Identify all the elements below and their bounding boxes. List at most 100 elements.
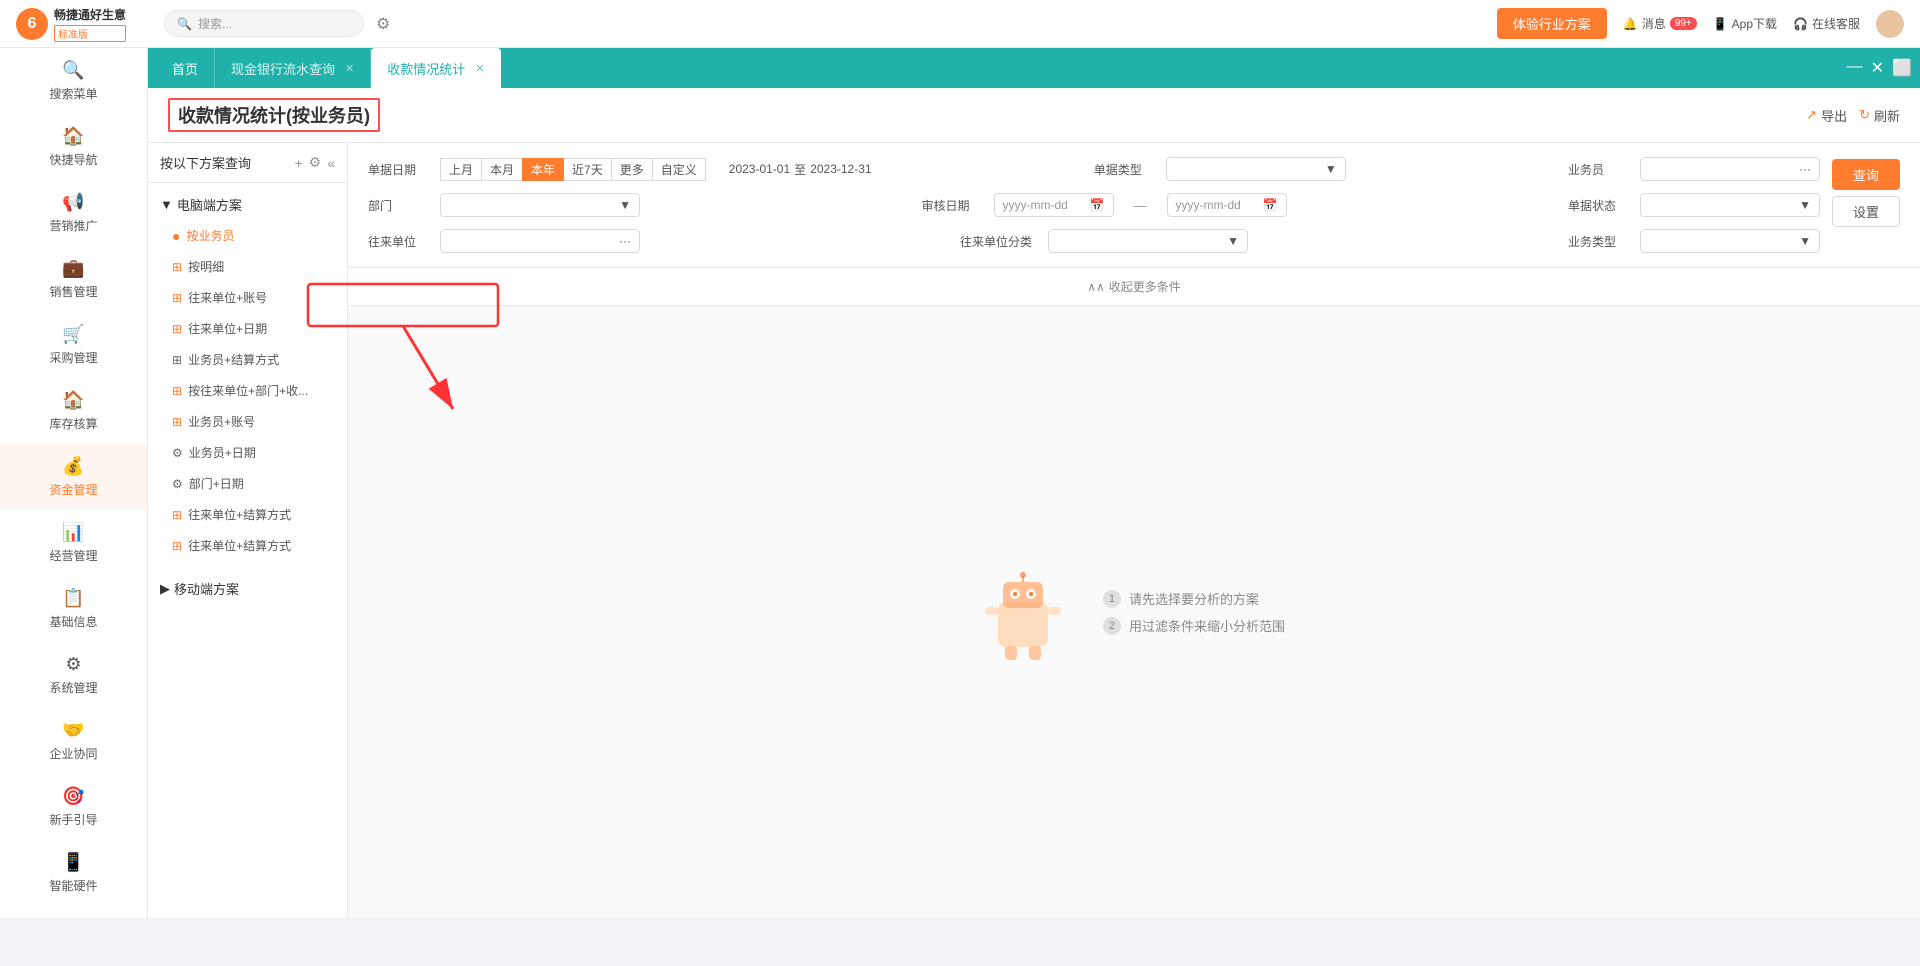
sidebar-item-finance[interactable]: 💰 资金管理 <box>0 444 147 510</box>
audit-date-end[interactable]: yyyy-mm-dd 📅 <box>1167 193 1287 217</box>
salesperson-more-btn[interactable]: ··· <box>1799 162 1811 176</box>
date-tab-last-month[interactable]: 上月 <box>440 158 482 181</box>
scheme-mobile-title[interactable]: ▶ 移动端方案 <box>148 573 347 604</box>
partner-category-select[interactable]: ▼ <box>1048 229 1248 253</box>
sidebar-item-label-marketing: 营销推广 <box>49 217 97 234</box>
sidebar-item-smart-hardware[interactable]: 📱 智能硬件 <box>0 840 147 906</box>
date-tab-this-year[interactable]: 本年 <box>522 158 564 181</box>
partner-select[interactable]: ··· <box>440 229 640 253</box>
scheme-partner-dept-icon: ⊞ <box>172 384 182 398</box>
tab-bank-flow[interactable]: 现金银行流水查询 ✕ <box>215 48 371 88</box>
tip-item-1: 1 请先选择要分析的方案 <box>1103 589 1285 608</box>
messages-item[interactable]: 🔔 消息 99+ <box>1623 15 1697 32</box>
collapse-bar[interactable]: ∧∧ 收起更多条件 <box>348 268 1920 306</box>
partner-category-label: 往来单位分类 <box>960 233 1032 250</box>
header-gear-icon[interactable]: ⚙ <box>376 14 390 34</box>
audit-date-start[interactable]: yyyy-mm-dd 📅 <box>994 193 1114 217</box>
page-actions: ↗ 导出 ↻ 刷新 <box>1806 106 1900 125</box>
top-header: 6 畅捷通好生意 标准版 🔍 搜索... ⚙ 体验行业方案 🔔 消息 99+ 📱… <box>0 0 1920 48</box>
scheme-item-partner-settle3[interactable]: ⊞ 往来单位+结算方式 <box>148 530 347 561</box>
enterprise-icon: 🤝 <box>62 720 84 741</box>
date-tab-7days[interactable]: 近7天 <box>563 158 612 181</box>
trial-btn[interactable]: 体验行业方案 <box>1497 8 1607 39</box>
smart-hardware-icon: 📱 <box>62 852 84 873</box>
sales-icon: 💼 <box>62 258 84 279</box>
sidebar-item-wechat[interactable]: 💬 企业微信 <box>0 906 147 918</box>
partner-more-btn[interactable]: ··· <box>619 234 631 248</box>
scheme-item-partner-account[interactable]: ⊞ 往来单位+账号 <box>148 282 347 313</box>
tip-text-2: 用过滤条件来缩小分析范围 <box>1129 616 1285 635</box>
date-tab-more[interactable]: 更多 <box>611 158 653 181</box>
settings-btn[interactable]: 设置 <box>1832 196 1900 227</box>
scheme-item-dept-date[interactable]: ⚙ 部门+日期 <box>148 468 347 499</box>
online-service-item[interactable]: 🎧 在线客服 <box>1793 15 1860 32</box>
scheme-item-sp-account[interactable]: ⊞ 业务员+账号 <box>148 406 347 437</box>
calendar-icon: 📅 <box>1090 198 1105 212</box>
date-range-start: 2023-01-01 <box>729 162 790 176</box>
scheme-item-label-sp-settle: 业务员+结算方式 <box>188 351 279 368</box>
sidebar-item-sales[interactable]: 💼 销售管理 <box>0 246 147 312</box>
tab-collection-stats[interactable]: 收款情况统计 ✕ <box>371 48 501 88</box>
sidebar-item-system[interactable]: ⚙ 系统管理 <box>0 642 147 708</box>
filter-area: 单据日期 上月 本月 本年 近7天 更多 自定义 <box>348 143 1920 268</box>
audit-date-dash: — <box>1130 198 1151 213</box>
business-type-chevron: ▼ <box>1799 234 1811 248</box>
date-tab-custom[interactable]: 自定义 <box>652 158 706 181</box>
header-search[interactable]: 🔍 搜索... <box>164 10 364 37</box>
scheme-settings-btn[interactable]: ⚙ <box>309 154 322 171</box>
scheme-mobile-label: 移动端方案 <box>174 579 239 598</box>
sidebar-item-label-system: 系统管理 <box>49 679 97 696</box>
scheme-item-partner-date[interactable]: ⊞ 往来单位+日期 <box>148 313 347 344</box>
dept-select[interactable]: ▼ <box>440 193 640 217</box>
search-menu-icon: 🔍 <box>62 60 84 81</box>
scheme-item-partner-settle2[interactable]: ⊞ 往来单位+结算方式 <box>148 499 347 530</box>
tab-maximize-btn[interactable]: ⬜ <box>1892 58 1912 78</box>
export-label: 导出 <box>1821 106 1847 125</box>
scheme-dept-date-icon: ⚙ <box>172 477 183 491</box>
sidebar-item-enterprise[interactable]: 🤝 企业协同 <box>0 708 147 774</box>
collapse-arrow-icon: ∧∧ <box>1087 280 1105 294</box>
tab-minimize-btn[interactable]: — <box>1847 58 1863 78</box>
user-avatar[interactable] <box>1876 10 1904 38</box>
scheme-item-label-partner-settle3: 往来单位+结算方式 <box>188 537 291 554</box>
date-tab-this-month[interactable]: 本月 <box>481 158 523 181</box>
scheme-add-btn[interactable]: + <box>294 155 302 171</box>
download-icon: 📱 <box>1713 17 1728 31</box>
refresh-btn[interactable]: ↻ 刷新 <box>1859 106 1900 125</box>
filter-row-1: 单据日期 上月 本月 本年 近7天 更多 自定义 <box>368 157 1820 181</box>
scheme-desktop-title[interactable]: ▼ 电脑端方案 <box>148 189 347 220</box>
tab-actions: — ✕ ⬜ <box>1847 58 1912 78</box>
sidebar-item-quicknav[interactable]: 🏠 快捷导航 <box>0 114 147 180</box>
tab-bank-flow-close[interactable]: ✕ <box>345 62 354 75</box>
business-type-select[interactable]: ▼ <box>1640 229 1820 253</box>
sidebar-item-warehouse[interactable]: 🏠 库存核算 <box>0 378 147 444</box>
scheme-item-by-salesperson[interactable]: ● 按业务员 <box>148 220 347 251</box>
sidebar-item-marketing[interactable]: 📢 营销推广 <box>0 180 147 246</box>
scheme-collapse-btn[interactable]: « <box>327 155 335 171</box>
sidebar-item-purchase[interactable]: 🛒 采购管理 <box>0 312 147 378</box>
scheme-sp-date-icon: ⚙ <box>172 446 183 460</box>
sidebar-item-search[interactable]: 🔍 搜索菜单 <box>0 48 147 114</box>
sidebar-item-operation[interactable]: 📊 经营管理 <box>0 510 147 576</box>
scheme-item-sp-date[interactable]: ⚙ 业务员+日期 <box>148 437 347 468</box>
salesperson-select[interactable]: ··· <box>1640 157 1820 181</box>
app-download-label: App下载 <box>1732 15 1777 32</box>
scheme-item-partner-dept[interactable]: ⊞ 按往来单位+部门+收... <box>148 375 347 406</box>
purchase-icon: 🛒 <box>62 324 84 345</box>
export-btn[interactable]: ↗ 导出 <box>1806 106 1847 125</box>
app-download-item[interactable]: 📱 App下载 <box>1713 15 1777 32</box>
tab-collection-stats-close[interactable]: ✕ <box>475 62 484 75</box>
messages-badge: 99+ <box>1670 17 1697 30</box>
sidebar-item-guide[interactable]: 🎯 新手引导 <box>0 774 147 840</box>
sidebar-item-label-purchase: 采购管理 <box>49 349 97 366</box>
voucher-type-select[interactable]: ▼ <box>1166 157 1346 181</box>
query-btn[interactable]: 查询 <box>1832 159 1900 190</box>
voucher-status-select[interactable]: ▼ <box>1640 193 1820 217</box>
scheme-item-by-detail[interactable]: ⊞ 按明细 <box>148 251 347 282</box>
sidebar-item-basic[interactable]: 📋 基础信息 <box>0 576 147 642</box>
scheme-item-salesperson-settlement[interactable]: ⊞ 业务员+结算方式 <box>148 344 347 375</box>
tab-home[interactable]: 首页 <box>156 48 215 88</box>
scheme-partner-settle3-icon: ⊞ <box>172 539 182 553</box>
tab-close-btn[interactable]: ✕ <box>1871 58 1884 78</box>
tip-text-1: 请先选择要分析的方案 <box>1129 589 1259 608</box>
